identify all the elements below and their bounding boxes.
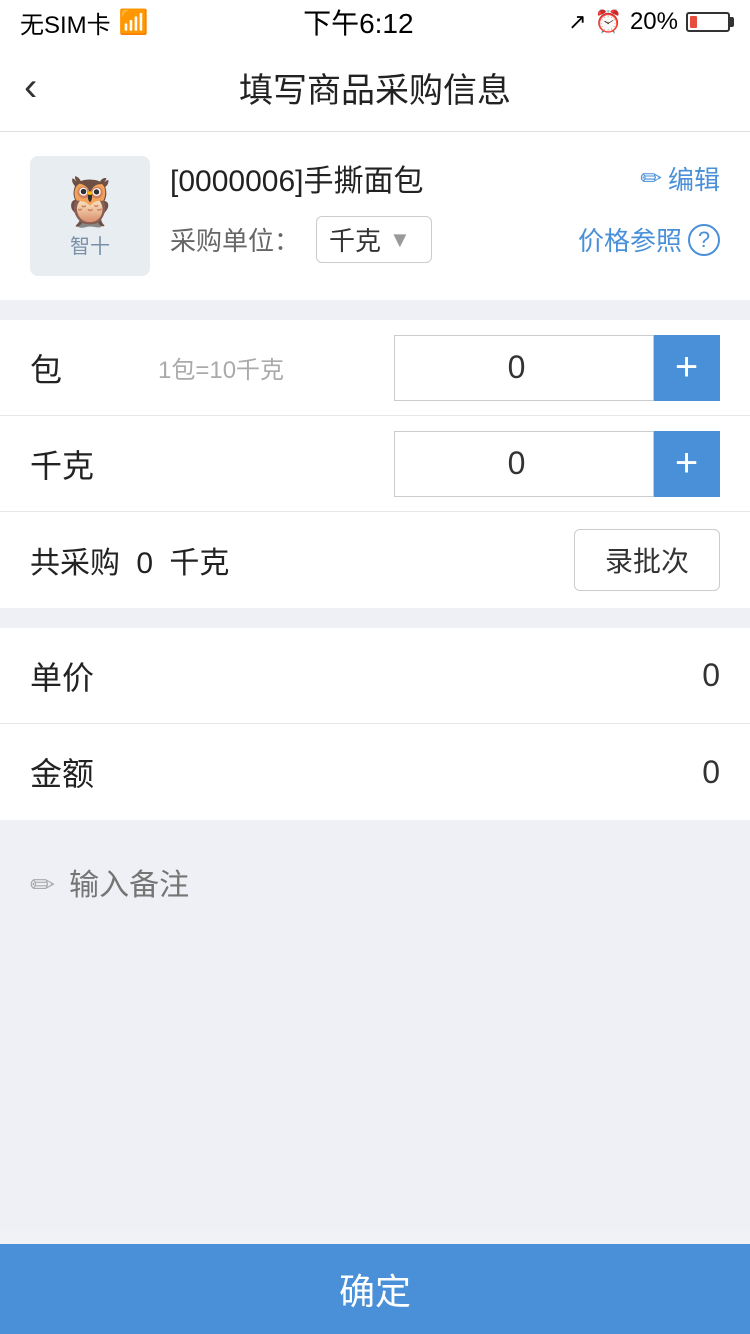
status-bar: 无SIM卡 📶 下午6:12 ↗ ⏰ 20% (0, 0, 750, 44)
price-section: 单价 0 金额 0 (0, 628, 750, 820)
product-thumb-label: 智十 (70, 230, 110, 259)
nav-bar: ‹ 填写商品采购信息 (0, 44, 750, 132)
product-thumbnail: 🦉 智十 (30, 156, 150, 276)
battery-percent: 20% (630, 8, 678, 36)
divider-3 (0, 820, 750, 840)
bag-input[interactable] (394, 335, 654, 401)
remark-section[interactable]: ✏ (0, 840, 750, 931)
bottom-space (0, 931, 750, 1231)
kg-label: 千克 (30, 441, 150, 487)
product-code: [0000006] (170, 165, 303, 198)
confirm-button[interactable]: 确定 (0, 1244, 750, 1334)
summary-prefix: 共采购 (30, 547, 120, 580)
divider-2 (0, 608, 750, 628)
product-thumb-owl-icon: 🦉 (60, 173, 120, 230)
unit-select[interactable]: 千克 ▼ (316, 216, 432, 263)
product-info: [0000006]手撕面包 ✏ 编辑 采购单位： 千克 ▼ 价格参照 ? (170, 156, 720, 263)
bag-input-row: 包 1包=10千克 + (0, 320, 750, 416)
bag-plus-button[interactable]: + (654, 335, 720, 401)
status-right: ↗ ⏰ 20% (568, 8, 730, 36)
edit-button[interactable]: ✏ 编辑 (640, 160, 720, 197)
kg-input-right: + (394, 431, 720, 497)
edit-icon: ✏ (640, 163, 662, 194)
bag-input-right: + (394, 335, 720, 401)
back-button[interactable]: ‹ (24, 65, 37, 110)
product-card: 🦉 智十 [0000006]手撕面包 ✏ 编辑 采购单位： 千克 ▼ 价格参照 … (0, 132, 750, 300)
unit-value: 千克 (329, 221, 381, 258)
remark-input[interactable] (69, 869, 720, 903)
amount-row: 金额 0 (0, 724, 750, 820)
unit-price-label: 单价 (30, 653, 94, 699)
confirm-button-label: 确定 (339, 1263, 411, 1315)
purchase-unit-row: 采购单位： 千克 ▼ 价格参照 ? (170, 216, 720, 263)
price-ref-label: 价格参照 (578, 221, 682, 258)
unit-price-value: 0 (702, 657, 720, 694)
wifi-icon: 📶 (119, 8, 149, 37)
unit-dropdown-arrow: ▼ (389, 227, 411, 253)
bag-label: 包 (30, 345, 150, 391)
status-time: 下午6:12 (303, 2, 414, 42)
status-left: 无SIM卡 📶 (20, 5, 149, 40)
summary-amount: 0 (136, 547, 153, 580)
kg-plus-button[interactable]: + (654, 431, 720, 497)
bag-sublabel: 1包=10千克 (158, 350, 284, 385)
carrier-text: 无SIM卡 (20, 5, 111, 40)
input-section: 包 1包=10千克 + 千克 + 共采购 0 千克 录批次 (0, 320, 750, 608)
batch-button[interactable]: 录批次 (574, 529, 720, 591)
product-name-row: [0000006]手撕面包 ✏ 编辑 (170, 156, 720, 200)
price-reference-button[interactable]: 价格参照 ? (578, 221, 720, 258)
unit-label: 采购单位： (170, 221, 300, 258)
battery-icon (686, 12, 730, 32)
page-title: 填写商品采购信息 (239, 63, 511, 112)
kg-input[interactable] (394, 431, 654, 497)
remark-icon: ✏ (30, 868, 55, 903)
summary-unit: 千克 (169, 547, 229, 580)
summary-row: 共采购 0 千克 录批次 (0, 512, 750, 608)
edit-label: 编辑 (668, 160, 720, 197)
amount-label: 金额 (30, 749, 94, 795)
location-icon: ↗ (568, 9, 586, 35)
product-name: [0000006]手撕面包 (170, 156, 423, 200)
unit-price-row: 单价 0 (0, 628, 750, 724)
divider-1 (0, 300, 750, 320)
price-ref-help-icon: ? (688, 224, 720, 256)
alarm-icon: ⏰ (595, 9, 622, 35)
summary-text: 共采购 0 千克 (30, 538, 229, 582)
kg-input-row: 千克 + (0, 416, 750, 512)
product-title: 手撕面包 (303, 165, 423, 198)
amount-value: 0 (702, 754, 720, 791)
